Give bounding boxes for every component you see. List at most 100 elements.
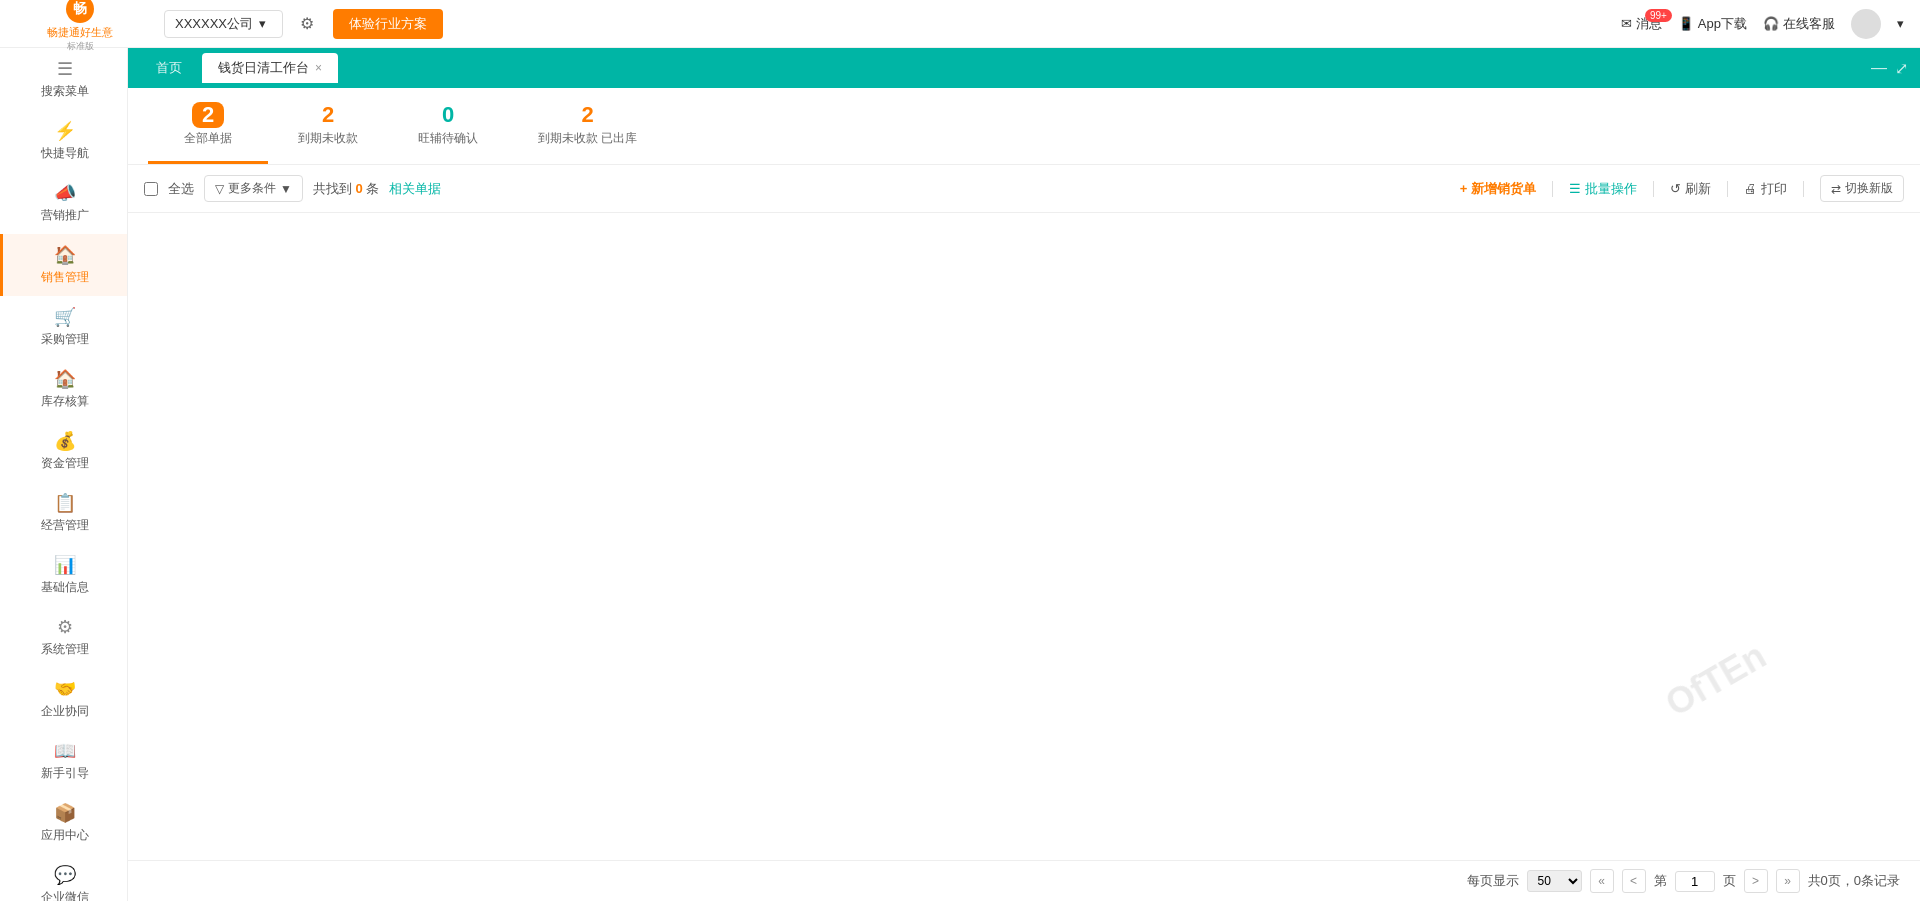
stat-label-all: 全部单据 [184, 130, 232, 147]
sidebar-item-search-menu[interactable]: ☰ 搜索菜单 [0, 48, 127, 110]
refresh-label: 刷新 [1685, 180, 1711, 198]
message-item[interactable]: ✉ 消息 99+ [1621, 15, 1662, 33]
sidebar-item-basic[interactable]: 📊 基础信息 [0, 544, 127, 606]
print-btn[interactable]: 🖨 打印 [1744, 180, 1787, 198]
online-service-label: 在线客服 [1783, 15, 1835, 33]
inventory-icon: 🏠 [54, 368, 76, 390]
batch-label: 批量操作 [1585, 180, 1637, 198]
sidebar-item-purchase[interactable]: 🛒 采购管理 [0, 296, 127, 358]
first-page-btn[interactable]: « [1590, 869, 1614, 893]
select-all-checkbox[interactable] [144, 182, 158, 196]
stat-label-overdue: 到期未收款 [298, 130, 358, 147]
stat-card-wangwang[interactable]: 0 旺辅待确认 [388, 88, 508, 164]
prev-page-btn[interactable]: < [1622, 869, 1646, 893]
sidebar-label-purchase: 采购管理 [41, 331, 89, 348]
tab-close-icon[interactable]: × [315, 61, 322, 75]
wechat-icon: 💬 [54, 864, 76, 886]
cooperation-icon: 🤝 [54, 678, 76, 700]
tab-home[interactable]: 首页 [140, 53, 198, 83]
tab-maximize-btn[interactable]: ⤢ [1895, 59, 1908, 78]
stat-num-all: 2 [192, 102, 224, 128]
toolbar-divider-2 [1653, 181, 1654, 197]
logo-text: 畅捷通好生意 [47, 25, 113, 40]
print-icon: 🖨 [1744, 181, 1757, 196]
prev-page-icon: < [1630, 874, 1637, 888]
trial-button[interactable]: 体验行业方案 [333, 9, 443, 39]
quick-nav-icon: ⚡ [54, 120, 76, 142]
message-icon: ✉ [1621, 16, 1632, 31]
page-size-select[interactable]: 50 10 20 100 [1527, 870, 1582, 892]
stat-card-all[interactable]: 2 全部单据 [148, 88, 268, 164]
sidebar-label-sales: 销售管理 [41, 269, 89, 286]
stat-card-overdue-out[interactable]: 2 到期未收款 已出库 [508, 88, 667, 164]
sidebar-item-app-center[interactable]: 📦 应用中心 [0, 792, 127, 854]
pagination-bar: 每页显示 50 10 20 100 « < 第 页 > [128, 860, 1920, 901]
total-text: 共0页，0条记录 [1808, 872, 1900, 890]
toolbar-divider-4 [1803, 181, 1804, 197]
sidebar: ☰ 搜索菜单 ⚡ 快捷导航 📣 营销推广 🏠 销售管理 🛒 采购管理 🏠 库存核… [0, 48, 128, 901]
stats-row: 2 全部单据 2 到期未收款 0 旺辅待确认 2 到期未收款 已出库 [128, 88, 1920, 165]
sidebar-item-system[interactable]: ⚙ 系统管理 [0, 606, 127, 668]
stat-num-overdue-out: 2 [582, 102, 594, 128]
sidebar-label-system: 系统管理 [41, 641, 89, 658]
marketing-icon: 📣 [54, 182, 76, 204]
sidebar-item-operation[interactable]: 📋 经营管理 [0, 482, 127, 544]
page-number-input[interactable] [1675, 871, 1715, 892]
user-avatar[interactable] [1851, 9, 1881, 39]
print-label: 打印 [1761, 180, 1787, 198]
online-service-item[interactable]: 🎧 在线客服 [1763, 15, 1835, 33]
sidebar-item-sales[interactable]: 🏠 销售管理 [0, 234, 127, 296]
related-records-link[interactable]: 相关单据 [389, 180, 441, 198]
batch-btn[interactable]: ☰ 批量操作 [1569, 180, 1637, 198]
table-area [128, 213, 1920, 860]
filter-button[interactable]: ▽ 更多条件 ▼ [204, 175, 303, 202]
basic-icon: 📊 [54, 554, 76, 576]
sidebar-label-quick-nav: 快捷导航 [41, 145, 89, 162]
tab-active[interactable]: 钱货日清工作台 × [202, 53, 338, 83]
chevron-down-icon: ▾ [259, 16, 266, 31]
app-download-label: App下载 [1698, 15, 1747, 33]
sidebar-label-cooperation: 企业协同 [41, 703, 89, 720]
sidebar-item-cooperation[interactable]: 🤝 企业协同 [0, 668, 127, 730]
sidebar-label-operation: 经营管理 [41, 517, 89, 534]
refresh-btn[interactable]: ↺ 刷新 [1670, 180, 1711, 198]
new-sales-btn[interactable]: + 新增销货单 [1460, 180, 1536, 198]
sidebar-item-quick-nav[interactable]: ⚡ 快捷导航 [0, 110, 127, 172]
sidebar-item-marketing[interactable]: 📣 营销推广 [0, 172, 127, 234]
sidebar-item-wechat[interactable]: 💬 企业微信 [0, 854, 127, 901]
sidebar-label-wechat: 企业微信 [41, 889, 89, 901]
app-download-item[interactable]: 📱 App下载 [1678, 15, 1747, 33]
switch-label: 切换新版 [1845, 180, 1893, 197]
settings-button[interactable]: ⚙ [291, 8, 323, 40]
next-page-btn[interactable]: > [1744, 869, 1768, 893]
stat-label-wangwang: 旺辅待确认 [418, 130, 478, 147]
found-prefix: 共找到 [313, 181, 352, 196]
toolbar-divider-3 [1727, 181, 1728, 197]
refresh-icon: ↺ [1670, 181, 1681, 196]
select-all-label: 全选 [168, 180, 194, 198]
switch-version-btn[interactable]: ⇄ 切换新版 [1820, 175, 1904, 202]
purchase-icon: 🛒 [54, 306, 76, 328]
page-size-label: 每页显示 [1467, 872, 1519, 890]
toolbar-right: + 新增销货单 ☰ 批量操作 ↺ 刷新 🖨 打印 [1460, 175, 1904, 202]
sidebar-item-guide[interactable]: 📖 新手引导 [0, 730, 127, 792]
sidebar-item-inventory[interactable]: 🏠 库存核算 [0, 358, 127, 420]
stat-num-overdue: 2 [322, 102, 334, 128]
toolbar-left: 全选 ▽ 更多条件 ▼ 共找到 0 条 相关单据 [144, 175, 441, 202]
tab-minimize-btn[interactable]: — [1871, 59, 1887, 78]
stat-card-overdue[interactable]: 2 到期未收款 [268, 88, 388, 164]
company-selector[interactable]: XXXXXX公司 ▾ [164, 10, 283, 38]
sidebar-label-marketing: 营销推广 [41, 207, 89, 224]
message-badge: 99+ [1645, 9, 1672, 22]
switch-icon: ⇄ [1831, 182, 1841, 196]
last-page-btn[interactable]: » [1776, 869, 1800, 893]
logo-area: 畅 畅捷通好生意 标准版 [16, 0, 144, 53]
tabs-bar: 首页 钱货日清工作台 × — ⤢ [128, 48, 1920, 88]
filter-icon: ▽ [215, 182, 224, 196]
found-text: 共找到 0 条 [313, 180, 379, 198]
first-page-icon: « [1598, 874, 1605, 888]
user-name-area[interactable]: ▾ [1897, 16, 1904, 31]
sidebar-item-finance[interactable]: 💰 资金管理 [0, 420, 127, 482]
sidebar-label-finance: 资金管理 [41, 455, 89, 472]
tabs-right-controls: — ⤢ [1871, 59, 1908, 78]
